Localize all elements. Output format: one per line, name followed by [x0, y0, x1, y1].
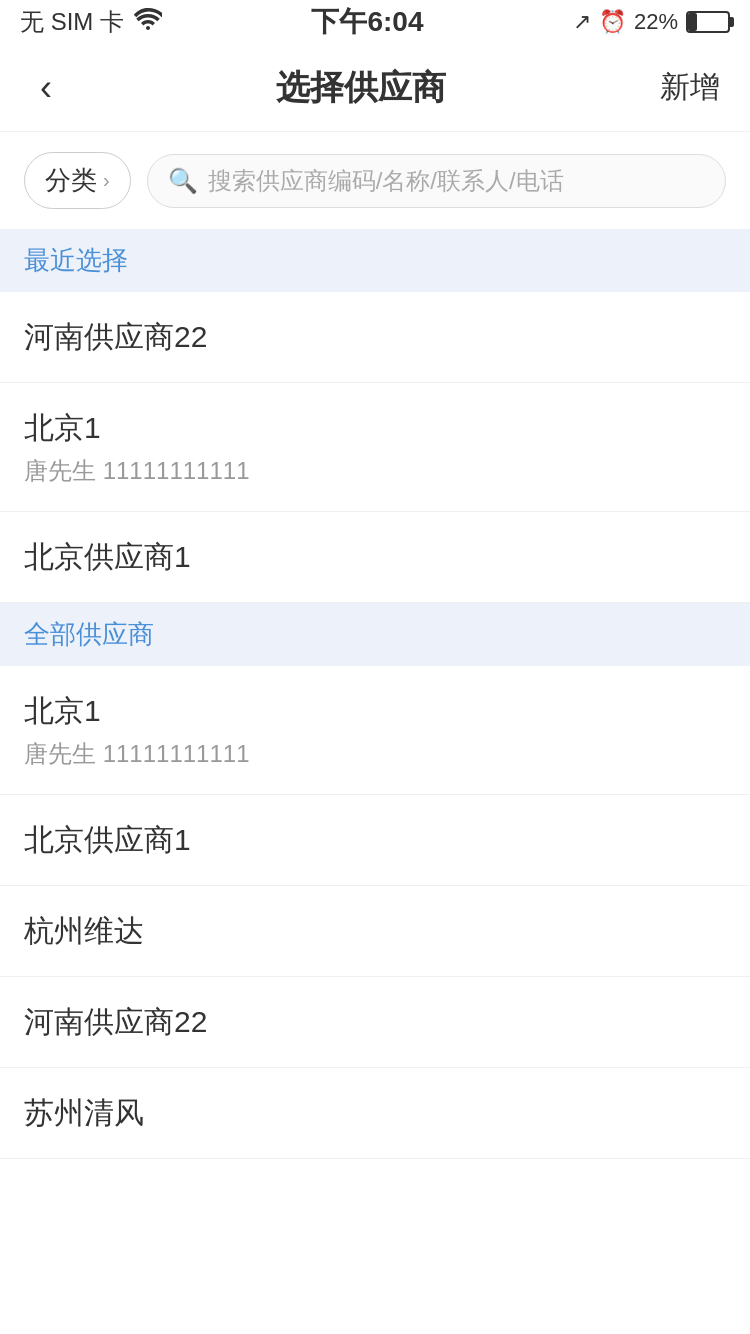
search-icon: 🔍	[168, 167, 198, 195]
page-title: 选择供应商	[276, 65, 446, 111]
section-header-1: 全部供应商	[0, 603, 750, 666]
list-item[interactable]: 北京供应商1	[0, 512, 750, 603]
list-item-name: 北京1	[24, 407, 726, 449]
search-input-wrap[interactable]: 🔍 搜索供应商编码/名称/联系人/电话	[147, 154, 726, 208]
nav-bar: ‹ 选择供应商 新增	[0, 44, 750, 132]
list-item-name: 北京供应商1	[24, 536, 726, 578]
sections-container: 最近选择河南供应商22 北京1 唐先生 11111111111 北京供应商1 全部供应商…	[0, 229, 750, 1159]
wifi-icon	[134, 8, 162, 36]
list-item-name: 北京1	[24, 690, 726, 732]
status-bar: 无 SIM 卡 下午6:04 ↗ ⏰ 22%	[0, 0, 750, 44]
search-filter-bar: 分类 › 🔍 搜索供应商编码/名称/联系人/电话	[0, 132, 750, 229]
list-item-name: 苏州清风	[24, 1092, 726, 1134]
back-button[interactable]: ‹	[30, 57, 62, 119]
battery-icon	[686, 11, 730, 33]
list-item[interactable]: 河南供应商22	[0, 977, 750, 1068]
list-item-name: 杭州维达	[24, 910, 726, 952]
list-item-name: 河南供应商22	[24, 316, 726, 358]
category-label: 分类	[45, 163, 97, 198]
section-header-0: 最近选择	[0, 229, 750, 292]
list-item-name: 北京供应商1	[24, 819, 726, 861]
battery-percent: 22%	[634, 9, 678, 35]
alarm-icon: ⏰	[599, 9, 626, 35]
list-item[interactable]: 河南供应商22	[0, 292, 750, 383]
list-item[interactable]: 北京1 唐先生 11111111111	[0, 666, 750, 795]
status-right: ↗ ⏰ 22%	[573, 9, 730, 35]
chevron-right-icon: ›	[103, 169, 110, 192]
list-item-sub: 唐先生 11111111111	[24, 738, 726, 770]
list-item[interactable]: 北京供应商1	[0, 795, 750, 886]
status-time: 下午6:04	[311, 3, 423, 41]
list-item[interactable]: 苏州清风	[0, 1068, 750, 1159]
status-left: 无 SIM 卡	[20, 6, 162, 38]
list-item-name: 河南供应商22	[24, 1001, 726, 1043]
list-item-sub: 唐先生 11111111111	[24, 455, 726, 487]
add-button[interactable]: 新增	[660, 67, 720, 108]
search-placeholder: 搜索供应商编码/名称/联系人/电话	[208, 165, 564, 197]
list-item[interactable]: 北京1 唐先生 11111111111	[0, 383, 750, 512]
sim-label: 无 SIM 卡	[20, 6, 124, 38]
list-item[interactable]: 杭州维达	[0, 886, 750, 977]
category-button[interactable]: 分类 ›	[24, 152, 131, 209]
location-icon: ↗	[573, 9, 591, 35]
